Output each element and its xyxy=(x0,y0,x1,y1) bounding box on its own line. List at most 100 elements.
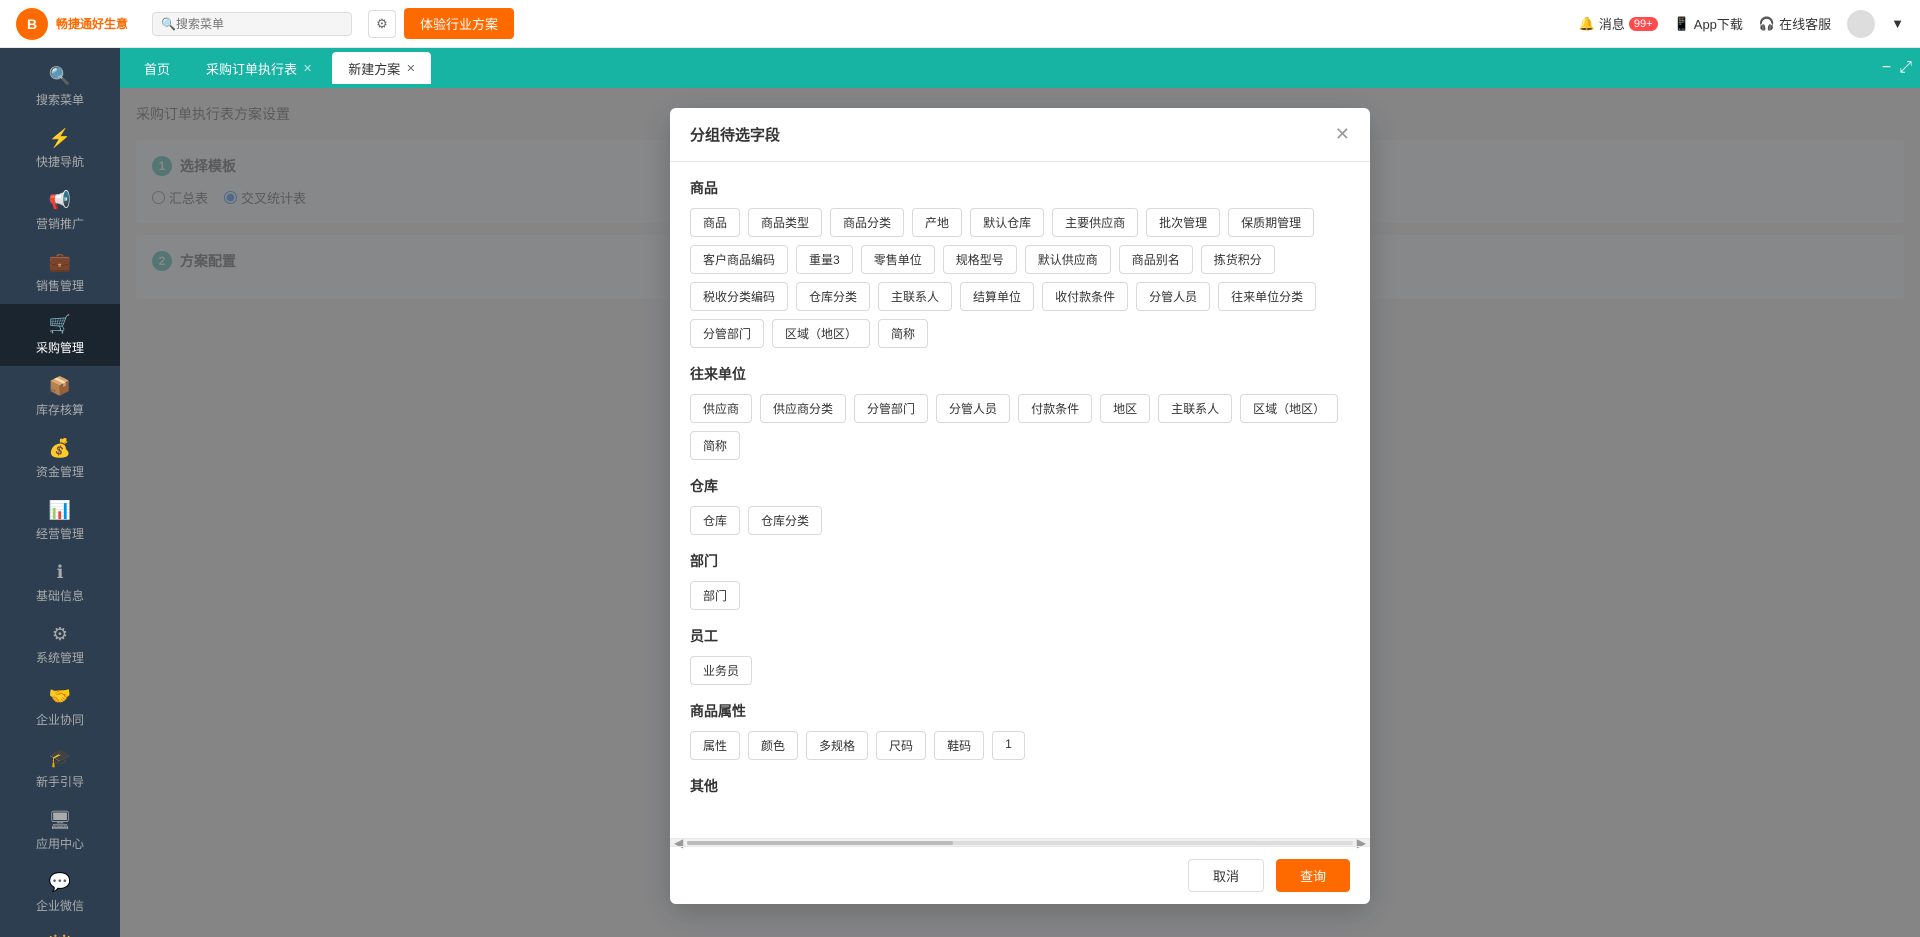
sidebar-item-sales[interactable]: 💼 销售管理 xyxy=(0,242,120,304)
sidebar-item-search[interactable]: 🔍 搜索菜单 xyxy=(0,56,120,118)
section-warehouse-title: 仓库 xyxy=(690,476,1350,496)
modal-close-button[interactable]: ✕ xyxy=(1335,124,1350,145)
sidebar-item-basicinfo-label: 基础信息 xyxy=(36,587,84,604)
online-service[interactable]: 🎧 在线客服 xyxy=(1759,14,1831,33)
hscroll-thumb xyxy=(687,841,953,845)
field-tag-retail-unit[interactable]: 零售单位 xyxy=(861,245,935,274)
notification-item[interactable]: 🔔 消息 99+ xyxy=(1579,14,1658,33)
field-tag-size[interactable]: 尺码 xyxy=(876,731,926,760)
field-tag-supplier[interactable]: 供应商 xyxy=(690,394,752,423)
field-tag-default-warehouse[interactable]: 默认仓库 xyxy=(970,208,1044,237)
sidebar-item-search-label: 搜索菜单 xyxy=(36,91,84,108)
sidebar-item-sales-label: 销售管理 xyxy=(36,277,84,294)
settings-button[interactable]: ⚙ xyxy=(368,10,396,38)
sidebar-item-appcenter[interactable]: 🖥 应用中心 xyxy=(0,800,120,862)
tab-purchase-order-label: 采购订单执行表 xyxy=(206,59,297,78)
purchase-icon: 🛒 xyxy=(49,314,71,335)
sidebar-item-system[interactable]: ⚙ 系统管理 xyxy=(0,614,120,676)
field-tag-supervisor2[interactable]: 分管人员 xyxy=(936,394,1010,423)
avatar[interactable] xyxy=(1847,10,1875,38)
field-tag-settlement-unit[interactable]: 结算单位 xyxy=(960,282,1034,311)
field-tag-abbr[interactable]: 简称 xyxy=(878,319,928,348)
tab-new-plan-label: 新建方案 xyxy=(348,59,400,78)
tab-purchase-order[interactable]: 采购订单执行表 ✕ xyxy=(190,52,328,84)
field-tag-dept-mgmt2[interactable]: 分管部门 xyxy=(854,394,928,423)
confirm-button[interactable]: 查询 xyxy=(1276,859,1350,892)
section-dept-title: 部门 xyxy=(690,551,1350,571)
field-tag-spec-model[interactable]: 规格型号 xyxy=(943,245,1017,274)
field-tag-color[interactable]: 颜色 xyxy=(748,731,798,760)
field-tag-product-type[interactable]: 商品类型 xyxy=(748,208,822,237)
field-tag-main-contact[interactable]: 主联系人 xyxy=(878,282,952,311)
section-warehouse: 仓库 仓库 仓库分类 xyxy=(690,476,1350,535)
sidebar-item-quicknav[interactable]: ⚡ 快捷导航 xyxy=(0,118,120,180)
field-tag-warehouse-category[interactable]: 仓库分类 xyxy=(796,282,870,311)
field-tag-region[interactable]: 区域（地区） xyxy=(772,319,870,348)
field-tag-product-category[interactable]: 商品分类 xyxy=(830,208,904,237)
cancel-button[interactable]: 取消 xyxy=(1188,859,1264,892)
section-product-attr-tags: 属性 颜色 多规格 尺码 鞋码 1 xyxy=(690,731,1350,760)
sidebar-item-wechat[interactable]: 💬 企业微信 xyxy=(0,862,120,924)
sidebar: 🔍 搜索菜单 ⚡ 快捷导航 📢 营销推广 💼 销售管理 🛒 采购管理 📦 库存核… xyxy=(0,48,120,937)
field-tag-warehouse-cat[interactable]: 仓库分类 xyxy=(748,506,822,535)
tab-new-plan[interactable]: 新建方案 ✕ xyxy=(332,52,431,84)
sidebar-item-guide[interactable]: 🎓 新手引导 xyxy=(0,738,120,800)
modal-body: 商品 商品 商品类型 商品分类 产地 默认仓库 主要供应商 批次管理 保质期管理… xyxy=(670,162,1370,838)
field-tag-payment-terms2[interactable]: 付款条件 xyxy=(1018,394,1092,423)
field-tag-attr[interactable]: 属性 xyxy=(690,731,740,760)
chevron-down-icon: ▼ xyxy=(1891,16,1904,31)
field-tag-expiry-mgmt[interactable]: 保质期管理 xyxy=(1228,208,1314,237)
sidebar-item-wechat-label: 企业微信 xyxy=(36,897,84,914)
field-tag-main-contact2[interactable]: 主联系人 xyxy=(1158,394,1232,423)
field-tag-product[interactable]: 商品 xyxy=(690,208,740,237)
field-tag-batch-mgmt[interactable]: 批次管理 xyxy=(1146,208,1220,237)
field-tag-main-supplier[interactable]: 主要供应商 xyxy=(1052,208,1138,237)
sidebar-item-inventory[interactable]: 📦 库存核算 xyxy=(0,366,120,428)
search-input[interactable] xyxy=(176,17,296,31)
sidebar-item-purchase-label: 采购管理 xyxy=(36,339,84,356)
field-tag-default-supplier[interactable]: 默认供应商 xyxy=(1025,245,1111,274)
tabs-expand[interactable]: ⤢ xyxy=(1899,59,1912,77)
field-tag-warehouse[interactable]: 仓库 xyxy=(690,506,740,535)
field-tag-area[interactable]: 地区 xyxy=(1100,394,1150,423)
field-tag-dept-mgmt[interactable]: 分管部门 xyxy=(690,319,764,348)
app-download[interactable]: 📱 App下载 xyxy=(1674,14,1743,33)
field-tag-salesperson[interactable]: 业务员 xyxy=(690,656,752,685)
tabs-minimize[interactable]: − xyxy=(1882,59,1891,77)
notification-icon: 🔔 xyxy=(1579,16,1595,32)
field-tag-supervisor[interactable]: 分管人员 xyxy=(1136,282,1210,311)
field-tag-shoe-size[interactable]: 鞋码 xyxy=(934,731,984,760)
sidebar-item-operations[interactable]: 📊 经营管理 xyxy=(0,490,120,552)
field-tag-customer-sku[interactable]: 客户商品编码 xyxy=(690,245,788,274)
field-tag-payment-terms[interactable]: 收付款条件 xyxy=(1042,282,1128,311)
sidebar-item-member[interactable]: 👑 畅会员 xyxy=(0,924,120,937)
tab-purchase-order-close[interactable]: ✕ xyxy=(303,62,312,75)
field-tag-product-alias[interactable]: 商品别名 xyxy=(1119,245,1193,274)
tab-home[interactable]: 首页 xyxy=(128,52,186,84)
field-tag-tax-code[interactable]: 税收分类编码 xyxy=(690,282,788,311)
search-box[interactable]: 🔍 xyxy=(152,12,352,36)
sidebar-item-collab[interactable]: 🤝 企业协同 xyxy=(0,676,120,738)
field-tag-region2[interactable]: 区域（地区） xyxy=(1240,394,1338,423)
field-tag-dept[interactable]: 部门 xyxy=(690,581,740,610)
field-tag-custom1[interactable]: 1 xyxy=(992,731,1025,760)
modal-horizontal-scrollbar[interactable]: ◀ ▶ xyxy=(670,838,1370,846)
field-tag-abbr2[interactable]: 简称 xyxy=(690,431,740,460)
experience-button[interactable]: 体验行业方案 xyxy=(404,8,514,39)
section-employee: 员工 业务员 xyxy=(690,626,1350,685)
sidebar-item-basicinfo[interactable]: ℹ 基础信息 xyxy=(0,552,120,614)
field-tag-supplier-category[interactable]: 供应商分类 xyxy=(760,394,846,423)
search-icon: 🔍 xyxy=(161,17,176,31)
tab-new-plan-close[interactable]: ✕ xyxy=(406,62,415,75)
section-dept-tags: 部门 xyxy=(690,581,1350,610)
field-tag-partner-category[interactable]: 往来单位分类 xyxy=(1218,282,1316,311)
field-tag-pick-points[interactable]: 拣货积分 xyxy=(1201,245,1275,274)
sidebar-item-marketing[interactable]: 📢 营销推广 xyxy=(0,180,120,242)
sidebar-item-finance[interactable]: 💰 资金管理 xyxy=(0,428,120,490)
field-tag-multi-spec[interactable]: 多规格 xyxy=(806,731,868,760)
section-product-attr: 商品属性 属性 颜色 多规格 尺码 鞋码 1 xyxy=(690,701,1350,760)
field-tag-origin[interactable]: 产地 xyxy=(912,208,962,237)
header: B 畅捷通好生意 🔍 ⚙ 体验行业方案 🔔 消息 99+ 📱 App下载 🎧 在… xyxy=(0,0,1920,48)
field-tag-weight[interactable]: 重量3 xyxy=(796,245,853,274)
sidebar-item-purchase[interactable]: 🛒 采购管理 xyxy=(0,304,120,366)
